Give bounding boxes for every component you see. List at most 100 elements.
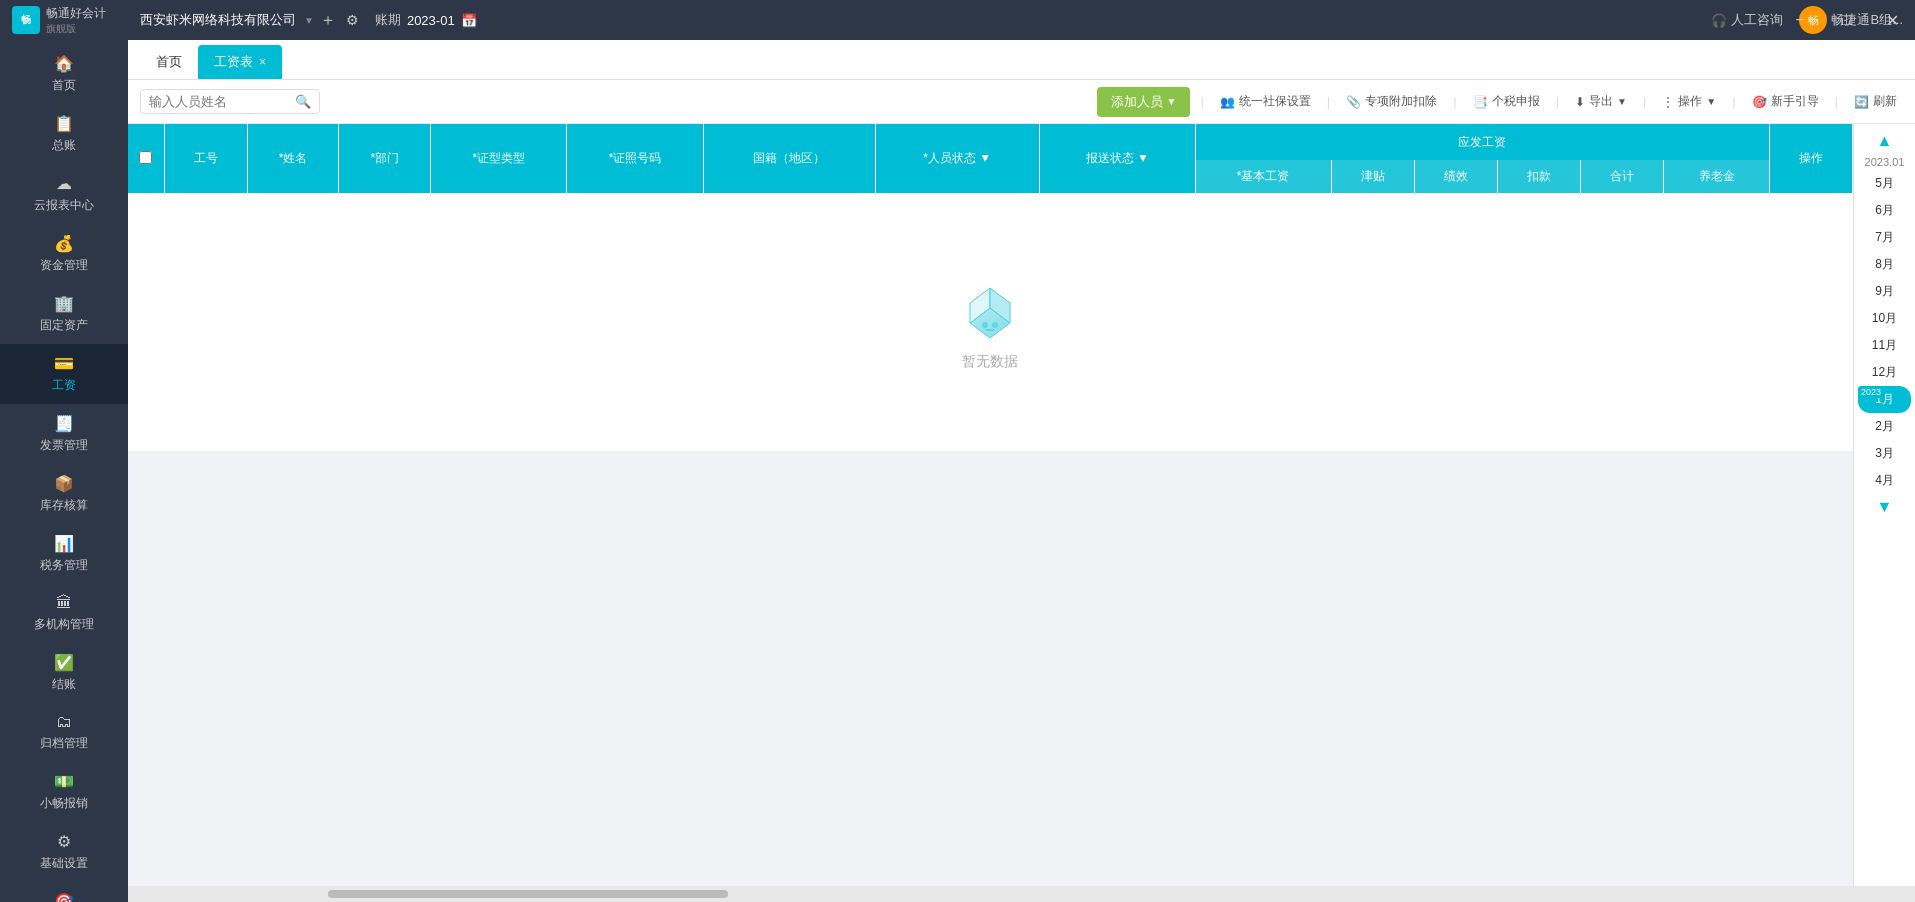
inventory-icon: 📦 [54,474,74,493]
export-button[interactable]: ⬇ 导出 ▼ [1569,89,1633,114]
svg-point-4 [992,322,998,328]
sidebar-item-cloud-report[interactable]: ☁ 云报表中心 [0,164,128,224]
tax-report-button[interactable]: 📑 个税申报 [1467,89,1546,114]
month-10[interactable]: 10月 [1854,305,1915,332]
tab-bar: 首页 工资表 × [128,40,1915,80]
sidebar-item-fund[interactable]: 💰 资金管理 [0,224,128,284]
month-nav-up[interactable]: ▲ [1873,128,1897,154]
settings-icon[interactable]: ⚙ [342,12,363,28]
table-container: 工号 *姓名 *部门 *证型类型 *证照号码 国籍（地区） *人员状态 ▼ 报送… [128,124,1853,886]
month-12[interactable]: 12月 [1854,359,1915,386]
window-controls: − □ ✕ [1777,0,1915,40]
scrollbar-thumb[interactable] [328,890,728,898]
refresh-icon: 🔄 [1854,95,1869,109]
add-person-button[interactable]: 添加人员 ▼ [1097,87,1191,117]
sidebar-item-assets[interactable]: 🏢 固定资产 [0,284,128,344]
operations-icon: ⋮ [1662,95,1674,109]
month-8[interactable]: 8月 [1854,251,1915,278]
sidebar-item-expense[interactable]: 💵 小畅报销 [0,762,128,822]
calendar-icon[interactable]: 📅 [461,13,477,28]
sidebar-item-tax[interactable]: 📊 税务管理 [0,524,128,584]
refresh-button[interactable]: 🔄 刷新 [1848,89,1903,114]
guide-button[interactable]: 🎯 新手引导 [1746,89,1825,114]
content-area: 首页 工资表 × 🔍 添加人员 ▼ | 👥 统一社保设置 | [128,40,1915,902]
tab-salary[interactable]: 工资表 × [198,45,282,79]
month-7[interactable]: 7月 [1854,224,1915,251]
svg-point-3 [982,322,988,328]
search-input[interactable] [149,94,289,109]
sidebar-item-home[interactable]: 🏠 首页 [0,44,128,104]
minimize-button[interactable]: − [1777,0,1823,40]
multi-org-icon: 🏛 [56,594,72,612]
sidebar-label-fund: 资金管理 [40,257,88,274]
th-performance: 绩效 [1414,160,1497,193]
invoice-icon: 🧾 [54,414,74,433]
guide-icon: 🎯 [54,892,74,902]
service-button[interactable]: 🎧 人工咨询 [1711,11,1783,29]
main-layout: 🏠 首页 📋 总账 ☁ 云报表中心 💰 资金管理 🏢 固定资产 💳 工资 🧾 发… [0,40,1915,902]
month-6[interactable]: 6月 [1854,197,1915,224]
month-4[interactable]: 4月 [1854,467,1915,494]
th-report-status: 报送状态 ▼ [1039,124,1195,193]
close-window-button[interactable]: ✕ [1869,0,1915,40]
tax-icon: 📑 [1473,95,1488,109]
tab-close-icon[interactable]: × [259,55,266,69]
special-deduction-button[interactable]: 📎 专项附加扣除 [1340,89,1443,114]
period-value: 2023-01 [407,13,455,28]
month-3[interactable]: 3月 [1854,440,1915,467]
tab-home-label: 首页 [156,54,182,69]
sidebar-item-multi-org[interactable]: 🏛 多机构管理 [0,584,128,643]
export-icon: ⬇ [1575,95,1585,109]
chevron-down-icon[interactable]: ▼ [304,15,314,26]
tax-icon: 📊 [54,534,74,553]
month-nav-down[interactable]: ▼ [1873,494,1897,520]
sidebar-label-cloud-report: 云报表中心 [34,197,94,214]
tab-home[interactable]: 首页 [140,45,198,79]
sidebar-item-ledger[interactable]: 📋 总账 [0,104,128,164]
select-all-checkbox[interactable] [139,151,152,164]
sidebar-item-inventory[interactable]: 📦 库存核算 [0,464,128,524]
th-payroll-span: 应发工资 [1195,124,1769,160]
add-person-label: 添加人员 [1111,93,1163,111]
horizontal-scrollbar[interactable] [128,886,1915,902]
sidebar: 🏠 首页 📋 总账 ☁ 云报表中心 💰 资金管理 🏢 固定资产 💳 工资 🧾 发… [0,40,128,902]
sidebar-item-archive[interactable]: 🗂 归档管理 [0,703,128,762]
add-company-icon[interactable]: ＋ [314,10,342,31]
company-name: 西安虾米网络科技有限公司 [140,11,296,29]
search-box[interactable]: 🔍 [140,89,320,114]
closing-icon: ✅ [54,653,74,672]
headset-icon: 🎧 [1711,13,1727,28]
logo-text-block: 畅通好会计 旗舰版 [46,5,106,36]
sidebar-item-closing[interactable]: ✅ 结账 [0,643,128,703]
social-security-button[interactable]: 👥 统一社保设置 [1214,89,1317,114]
current-period-label: 2023.01 [1863,154,1907,170]
operations-button[interactable]: ⋮ 操作 ▼ [1656,89,1722,114]
month-9[interactable]: 9月 [1854,278,1915,305]
toolbar: 🔍 添加人员 ▼ | 👥 统一社保设置 | 📎 专项附加扣除 | 📑 个税申报 [128,80,1915,124]
salary-table: 工号 *姓名 *部门 *证型类型 *证照号码 国籍（地区） *人员状态 ▼ 报送… [128,124,1853,451]
company-selector[interactable]: 西安虾米网络科技有限公司 ▼ [140,11,314,29]
fund-icon: 💰 [54,234,74,253]
month-11[interactable]: 11月 [1854,332,1915,359]
logo-main-text: 畅通好会计 [46,5,106,22]
sidebar-label-assets: 固定资产 [40,317,88,334]
expense-icon: 💵 [54,772,74,791]
sidebar-item-settings[interactable]: ⚙ 基础设置 [0,822,128,882]
year-badge: 2023 [1858,386,1884,398]
sidebar-label-home: 首页 [52,77,76,94]
sidebar-item-salary[interactable]: 💳 工资 [0,344,128,404]
deduction-icon: 📎 [1346,95,1361,109]
month-5[interactable]: 5月 [1854,170,1915,197]
th-status: *人员状态 ▼ [875,124,1039,193]
search-icon: 🔍 [295,94,311,109]
month-2[interactable]: 2月 [1854,413,1915,440]
th-total: 合计 [1581,160,1664,193]
th-checkbox[interactable] [128,124,164,193]
sidebar-label-settings: 基础设置 [40,855,88,872]
right-panel: ▲ 2023.01 5月 6月 7月 8月 9月 10月 11月 12月 202… [1853,124,1915,886]
sidebar-item-guide[interactable]: 🎯 新手引导 [0,882,128,902]
maximize-button[interactable]: □ [1823,0,1869,40]
service-label: 人工咨询 [1731,11,1783,29]
tax-report-label: 个税申报 [1492,93,1540,110]
sidebar-item-invoice[interactable]: 🧾 发票管理 [0,404,128,464]
